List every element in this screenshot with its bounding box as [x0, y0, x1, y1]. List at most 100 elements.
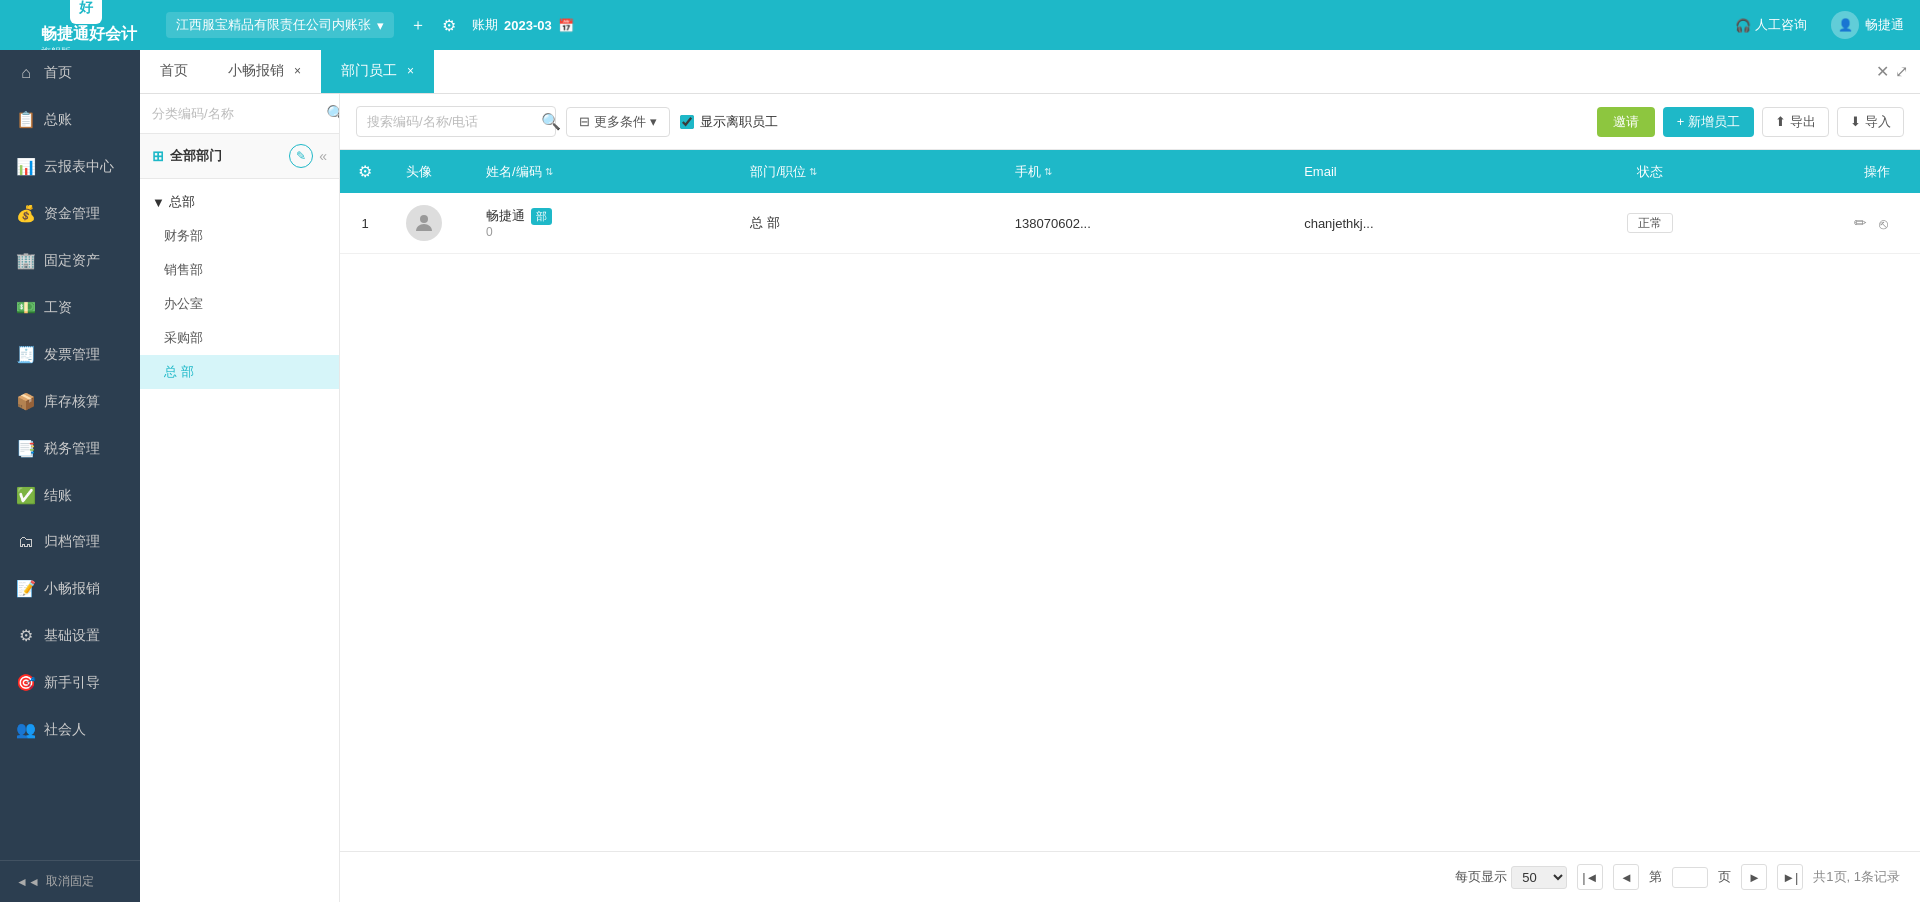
sort-name[interactable]: 姓名/编码 ⇅ — [486, 163, 553, 181]
logout-icon[interactable]: ⎋ — [1879, 215, 1888, 232]
col-name[interactable]: 姓名/编码 ⇅ — [470, 150, 734, 193]
sidebar-label-closing: 结账 — [44, 487, 72, 505]
edit-icon[interactable]: ✏ — [1854, 214, 1867, 232]
page-first-btn[interactable]: |◄ — [1577, 864, 1603, 890]
sidebar-item-capital[interactable]: 💰 资金管理 — [0, 190, 140, 237]
dept-header: ⊞ 全部部门 ✎ « — [140, 134, 339, 179]
sidebar-item-tax[interactable]: 📑 税务管理 — [0, 425, 140, 472]
row-phone: 138070602... — [999, 193, 1288, 254]
employee-search-input[interactable] — [367, 114, 535, 129]
sidebar-item-assets[interactable]: 🏢 固定资产 — [0, 237, 140, 284]
sidebar-item-basic-settings[interactable]: ⚙ 基础设置 — [0, 612, 140, 659]
sort-dept[interactable]: 部门/职位 ⇅ — [750, 163, 817, 181]
sort-phone[interactable]: 手机 ⇅ — [1015, 163, 1052, 181]
page-next-btn[interactable]: ► — [1741, 864, 1767, 890]
sidebar-item-guide[interactable]: 🎯 新手引导 — [0, 659, 140, 706]
settings-icon[interactable]: ⚙ — [442, 16, 456, 35]
dept-group-label: 总部 — [169, 193, 195, 211]
company-selector[interactable]: 江西服宝精品有限责任公司内账张 ▾ — [166, 12, 394, 38]
tab-dept-employee[interactable]: 部门员工 × — [321, 50, 434, 93]
dept-search-bar: 🔍 — [140, 94, 339, 134]
dept-caigou[interactable]: 采购部 — [140, 321, 339, 355]
dept-bangongshi-label: 办公室 — [164, 296, 203, 311]
sidebar-item-expense[interactable]: 📝 小畅报销 — [0, 565, 140, 612]
export-btn[interactable]: ⬆ 导出 — [1762, 107, 1829, 137]
dept-xiaoshou[interactable]: 销售部 — [140, 253, 339, 287]
page-size-dropdown[interactable]: 50 100 200 — [1511, 866, 1567, 889]
tab-home[interactable]: 首页 — [140, 50, 208, 93]
sidebar-item-salary[interactable]: 💵 工资 — [0, 284, 140, 331]
add-employee-btn[interactable]: + 新增员工 — [1663, 107, 1754, 137]
invoice-icon: 🧾 — [16, 345, 36, 364]
show-resigned-checkbox[interactable] — [680, 115, 694, 129]
page-last-btn[interactable]: ►| — [1777, 864, 1803, 890]
import-label: 导入 — [1865, 113, 1891, 131]
ai-consult-btn[interactable]: 🎧 人工咨询 — [1727, 12, 1815, 38]
calendar-icon[interactable]: 📅 — [558, 18, 574, 33]
dept-caiwu[interactable]: 财务部 — [140, 219, 339, 253]
col-dept[interactable]: 部门/职位 ⇅ — [734, 150, 998, 193]
logo-icon: 好 — [70, 0, 102, 24]
capital-icon: 💰 — [16, 204, 36, 223]
dept-all-label[interactable]: ⊞ 全部部门 — [152, 147, 222, 165]
page-input[interactable]: 1 — [1672, 867, 1708, 888]
basic-settings-icon: ⚙ — [16, 626, 36, 645]
sidebar-label-capital: 资金管理 — [44, 205, 100, 223]
row-status: 正常 — [1560, 193, 1740, 254]
inventory-icon: 📦 — [16, 392, 36, 411]
search-icon[interactable]: 🔍 — [541, 112, 561, 131]
sidebar-item-archive[interactable]: 🗂 归档管理 — [0, 519, 140, 565]
dept-edit-btn[interactable]: ✎ — [289, 144, 313, 168]
sidebar-item-ledger[interactable]: 📋 总账 — [0, 96, 140, 143]
pin-icon: ◄◄ — [16, 875, 40, 889]
period-value: 2023-03 — [504, 18, 552, 33]
company-name: 江西服宝精品有限责任公司内账张 — [176, 16, 371, 34]
tab-expand-action[interactable]: ⤢ — [1895, 62, 1908, 81]
arrow-down-icon: ▼ — [152, 195, 165, 210]
tab-close-action[interactable]: ✕ — [1876, 62, 1889, 81]
dept-zongbu-active[interactable]: 总 部 — [140, 355, 339, 389]
dept-bangongshi[interactable]: 办公室 — [140, 287, 339, 321]
user-name: 畅捷通 — [1865, 16, 1904, 34]
dept-search-input[interactable] — [152, 106, 320, 121]
dept-caiwu-label: 财务部 — [164, 228, 203, 243]
row-actions: ✏ ⎋ — [1740, 193, 1920, 254]
tab-expense-close[interactable]: × — [294, 64, 301, 78]
dept-search-icon[interactable]: 🔍 — [326, 104, 340, 123]
assets-icon: 🏢 — [16, 251, 36, 270]
table-settings-icon[interactable]: ⚙ — [358, 163, 372, 180]
sidebar-item-social[interactable]: 👥 社会人 — [0, 706, 140, 753]
col-phone[interactable]: 手机 ⇅ — [999, 150, 1288, 193]
page-di-word: 第 — [1649, 868, 1662, 886]
closing-icon: ✅ — [16, 486, 36, 505]
filter-btn[interactable]: ⊟ 更多条件 ▾ — [566, 107, 670, 137]
sidebar-item-home[interactable]: ⌂ 首页 — [0, 50, 140, 96]
sidebar-item-inventory[interactable]: 📦 库存核算 — [0, 378, 140, 425]
tab-dept-close[interactable]: × — [407, 64, 414, 78]
period-label: 账期 — [472, 16, 498, 34]
row-avatar — [390, 193, 470, 254]
sidebar-item-invoice[interactable]: 🧾 发票管理 — [0, 331, 140, 378]
sidebar-item-reports[interactable]: 📊 云报表中心 — [0, 143, 140, 190]
import-btn[interactable]: ⬇ 导入 — [1837, 107, 1904, 137]
row-dept: 总 部 — [734, 193, 998, 254]
dept-group-zongbu[interactable]: ▼ 总部 — [140, 185, 339, 219]
col-status: 状态 — [1560, 150, 1740, 193]
app-title: 畅捷通好会计 — [41, 24, 137, 45]
invite-btn[interactable]: 邀请 — [1597, 107, 1655, 137]
tab-expense[interactable]: 小畅报销 × — [208, 50, 321, 93]
sidebar: ⌂ 首页 📋 总账 📊 云报表中心 💰 资金管理 🏢 固定资产 💵 工资 🧾 发… — [0, 50, 140, 902]
add-icon[interactable]: ＋ — [410, 15, 426, 36]
show-resigned-label[interactable]: 显示离职员工 — [680, 113, 778, 131]
sidebar-label-basic-settings: 基础设置 — [44, 627, 100, 645]
sidebar-label-assets: 固定资产 — [44, 252, 100, 270]
dept-collapse-btn[interactable]: « — [319, 148, 327, 164]
page-prev-btn[interactable]: ◄ — [1613, 864, 1639, 890]
filter-icon: ⊟ — [579, 114, 590, 129]
employee-toolbar: 🔍 ⊟ 更多条件 ▾ 显示离职员工 邀请 — [340, 94, 1920, 150]
pin-toggle-btn[interactable]: ◄◄ 取消固定 — [0, 860, 140, 902]
sidebar-item-closing[interactable]: ✅ 结账 — [0, 472, 140, 519]
content-area: 首页 小畅报销 × 部门员工 × ✕ ⤢ 🔍 — [140, 50, 1920, 902]
dept-tree: ▼ 总部 财务部 销售部 办公室 采购部 — [140, 179, 339, 902]
row-name-cell: 畅捷通 部 0 — [470, 193, 734, 254]
